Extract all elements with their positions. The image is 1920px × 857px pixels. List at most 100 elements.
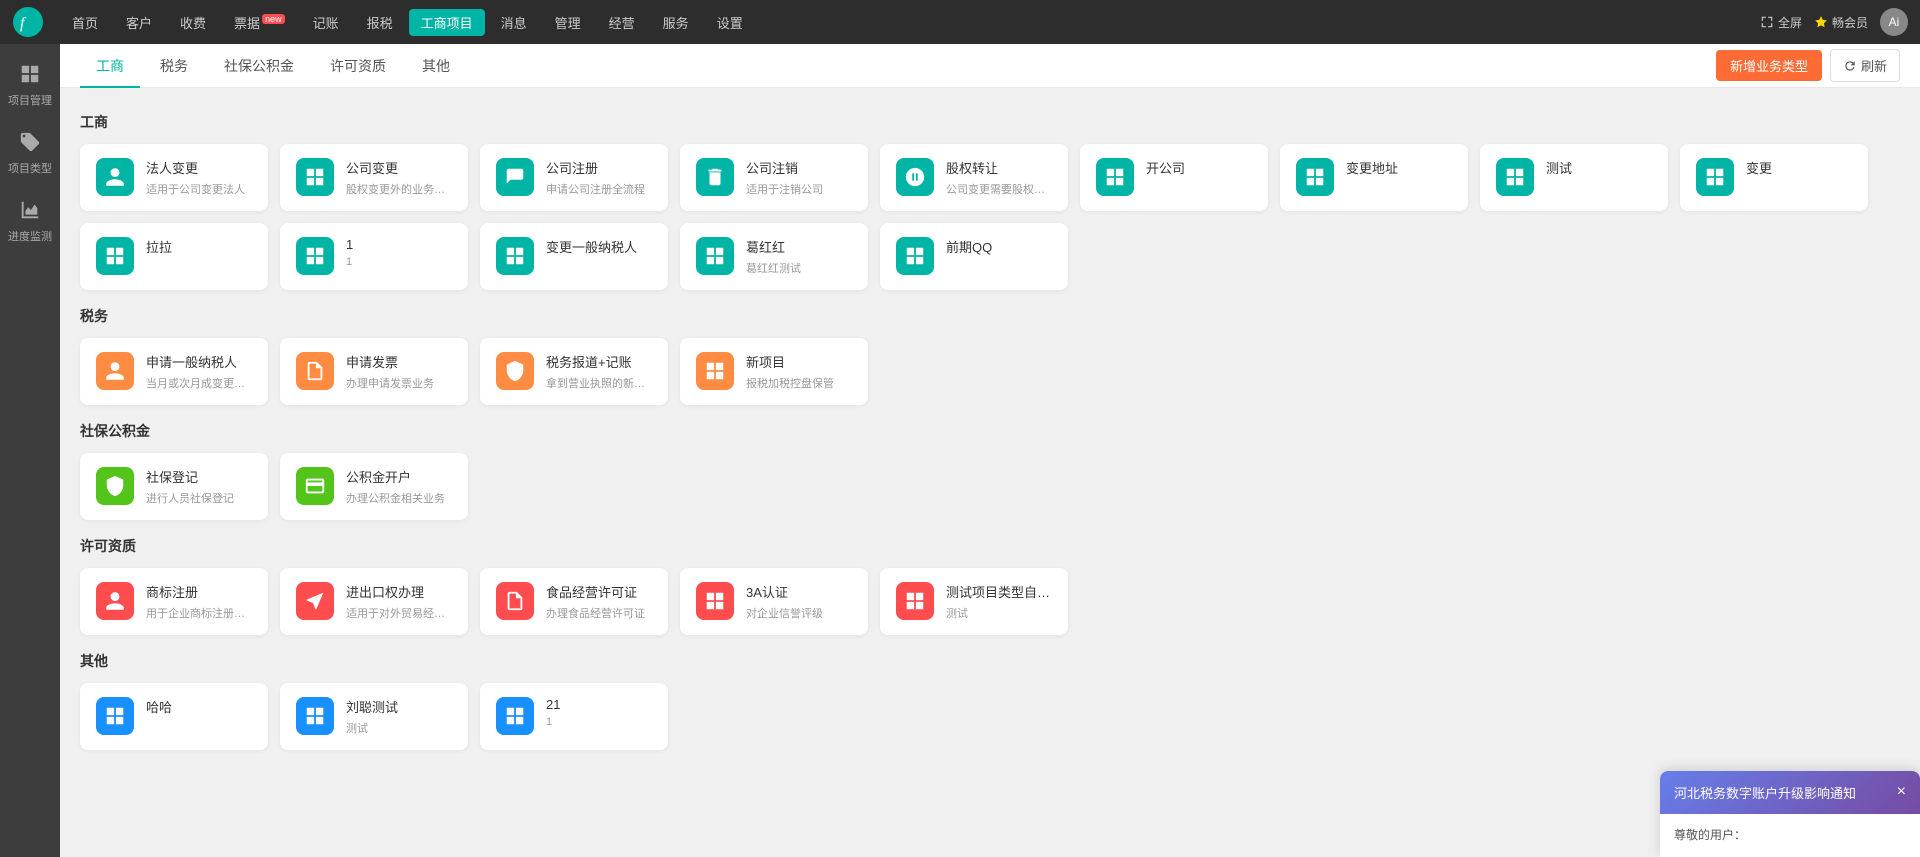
card-liucongceshi[interactable]: 刘聪测试 测试 xyxy=(280,683,468,750)
card-3Arenzhen[interactable]: 3A认证 对企业信誉评级 xyxy=(680,568,868,635)
card-gongjijinkaihu[interactable]: 公积金开户 办理公积金相关业务 xyxy=(280,453,468,520)
app-logo[interactable]: f xyxy=(12,6,44,38)
card-xinxiangmu[interactable]: 新项目 报税加税控盘保管 xyxy=(680,338,868,405)
cards-grid-other: 哈哈 刘聪测试 测试 xyxy=(80,683,1900,750)
card-desc-shangbiaozhu: 用于企业商标注册服务 xyxy=(146,605,252,621)
card-name-ceshixiangmu: 测试项目类型自定义 xyxy=(946,582,1052,601)
sidebar-label-project-type: 项目类型 xyxy=(8,160,52,176)
card-shuiwubaodao[interactable]: 税务报道+记账 拿到营业执照的新公司 xyxy=(480,338,668,405)
card-biangedizhi[interactable]: 变更地址 xyxy=(1280,144,1468,211)
card-qianqiQQ[interactable]: 前期QQ xyxy=(880,223,1068,290)
sidebar-item-progress[interactable]: 进度监测 xyxy=(4,188,56,252)
card-info-biange: 变更 xyxy=(1746,158,1852,181)
card-gongsizhu[interactable]: 公司注册 申请公司注册全流程 xyxy=(480,144,668,211)
top-navigation: f 首页 客户 收费 票据new 记账 报税 工商项目 消息 管理 经营 服务 … xyxy=(0,0,1920,44)
tab-gongshang[interactable]: 工商 xyxy=(80,44,140,88)
card-info-liucongceshi: 刘聪测试 测试 xyxy=(346,697,452,736)
nav-service[interactable]: 服务 xyxy=(651,9,701,36)
card-info-qianqiQQ: 前期QQ xyxy=(946,237,1052,260)
nav-home[interactable]: 首页 xyxy=(60,9,110,36)
nav-customer[interactable]: 客户 xyxy=(114,9,164,36)
nav-business[interactable]: 工商项目 xyxy=(409,9,485,36)
notification-title: 河北税务数字账户升级影响通知 xyxy=(1674,783,1856,802)
card-jinchukouquan[interactable]: 进出口权办理 适用于对外贸易经营者 xyxy=(280,568,468,635)
content-area: 工商 税务 社保公积金 许可资质 其他 新增业务类型 刷新 工商 xyxy=(60,44,1920,857)
tab-actions: 新增业务类型 刷新 xyxy=(1716,49,1900,82)
new-type-button[interactable]: 新增业务类型 xyxy=(1716,50,1822,81)
card-info-shebaodengjii: 社保登记 进行人员社保登记 xyxy=(146,467,252,506)
card-icon-qianqiQQ xyxy=(896,237,934,275)
nav-operation[interactable]: 经营 xyxy=(597,9,647,36)
card-guzhuanzh[interactable]: 股权转让 公司变更需要股权转让 xyxy=(880,144,1068,211)
card-haha[interactable]: 哈哈 xyxy=(80,683,268,750)
card-name-gongjijinkaihu: 公积金开户 xyxy=(346,467,452,486)
cards-grid-shebao: 社保登记 进行人员社保登记 公积金开户 办理公积金相关业务 xyxy=(80,453,1900,520)
nav-manage[interactable]: 管理 xyxy=(543,9,593,36)
card-biange[interactable]: 变更 xyxy=(1680,144,1868,211)
avatar[interactable]: Ai xyxy=(1880,8,1908,36)
nav-bookkeeping[interactable]: 记账 xyxy=(301,9,351,36)
card-info-shenqinfapiao: 申请发票 办理申请发票业务 xyxy=(346,352,452,391)
tab-shuiwu[interactable]: 税务 xyxy=(144,44,204,88)
tab-other[interactable]: 其他 xyxy=(406,44,466,88)
card-shenqinashuiren[interactable]: 申请一般纳税人 当月或次月成变更完成 xyxy=(80,338,268,405)
card-one[interactable]: 1 1 xyxy=(280,223,468,290)
card-shangbiaozhu[interactable]: 商标注册 用于企业商标注册服务 xyxy=(80,568,268,635)
card-info-biangedizhi: 变更地址 xyxy=(1346,158,1452,181)
card-21[interactable]: 21 1 xyxy=(480,683,668,750)
card-kaigongsi[interactable]: 开公司 xyxy=(1080,144,1268,211)
nav-tax[interactable]: 报税 xyxy=(355,9,405,36)
card-ceshi[interactable]: 测试 xyxy=(1480,144,1668,211)
sidebar-item-project-manage[interactable]: 项目管理 xyxy=(4,52,56,116)
card-icon-kaigongsi xyxy=(1096,158,1134,196)
card-icon-biange xyxy=(1696,158,1734,196)
card-desc-shenqinashuiren: 当月或次月成变更完成 xyxy=(146,375,252,391)
cards-grid-shuiwu: 申请一般纳税人 当月或次月成变更完成 申请发票 办理申请发票业务 xyxy=(80,338,1900,405)
card-icon-3Arenzhen xyxy=(696,582,734,620)
refresh-button[interactable]: 刷新 xyxy=(1830,49,1900,82)
card-shipinjingying[interactable]: 食品经营许可证 办理食品经营许可证 xyxy=(480,568,668,635)
nav-ticket[interactable]: 票据new xyxy=(222,9,297,36)
card-info-xinxiangmu: 新项目 报税加税控盘保管 xyxy=(746,352,852,391)
tab-xuke[interactable]: 许可资质 xyxy=(314,44,402,88)
card-icon-haha xyxy=(96,697,134,735)
card-name-qianqiQQ: 前期QQ xyxy=(946,237,1052,256)
card-shenqinfapiao[interactable]: 申请发票 办理申请发票业务 xyxy=(280,338,468,405)
card-icon-gongsizhu xyxy=(496,158,534,196)
member-button[interactable]: 畅会员 xyxy=(1814,14,1868,31)
card-ceshixiangmu[interactable]: 测试项目类型自定义 测试 xyxy=(880,568,1068,635)
nav-right-area: 全屏 畅会员 Ai xyxy=(1760,8,1908,36)
section-title-other: 其他 xyxy=(80,651,1900,671)
card-gehonghong[interactable]: 葛红红 葛红红测试 xyxy=(680,223,868,290)
card-icon-21 xyxy=(496,697,534,735)
card-name-biange: 变更 xyxy=(1746,158,1852,177)
card-biangenashuiren[interactable]: 变更一般纳税人 xyxy=(480,223,668,290)
card-desc-shipinjingying: 办理食品经营许可证 xyxy=(546,605,652,621)
card-icon-biangenashuiren xyxy=(496,237,534,275)
card-desc-shuiwubaodao: 拿到营业执照的新公司 xyxy=(546,375,652,391)
fullscreen-button[interactable]: 全屏 xyxy=(1760,14,1802,31)
card-info-shuiwubaodao: 税务报道+记账 拿到营业执照的新公司 xyxy=(546,352,652,391)
card-gongsixiao[interactable]: 公司注销 适用于注销公司 xyxy=(680,144,868,211)
nav-message[interactable]: 消息 xyxy=(489,9,539,36)
card-icon-faziren xyxy=(96,158,134,196)
card-lala[interactable]: 拉拉 xyxy=(80,223,268,290)
section-title-shebao: 社保公积金 xyxy=(80,421,1900,441)
nav-fee[interactable]: 收费 xyxy=(168,9,218,36)
notification-close-button[interactable]: × xyxy=(1897,784,1906,800)
card-faziren[interactable]: 法人变更 适用于公司变更法人 xyxy=(80,144,268,211)
card-icon-ceshixiangmu xyxy=(896,582,934,620)
grid-icon xyxy=(16,60,44,88)
card-desc-guzhuanzh: 公司变更需要股权转让 xyxy=(946,181,1052,197)
card-desc-xinxiangmu: 报税加税控盘保管 xyxy=(746,375,852,391)
cards-grid-gongshang: 法人变更 适用于公司变更法人 公司变更 股权变更外的业务变更 xyxy=(80,144,1900,290)
card-gongsibiangeng[interactable]: 公司变更 股权变更外的业务变更 xyxy=(280,144,468,211)
card-icon-liucongceshi xyxy=(296,697,334,735)
card-name-ceshi: 测试 xyxy=(1546,158,1652,177)
card-name-shuiwubaodao: 税务报道+记账 xyxy=(546,352,652,371)
tab-shebao[interactable]: 社保公积金 xyxy=(208,44,310,88)
nav-settings[interactable]: 设置 xyxy=(705,9,755,36)
card-icon-one xyxy=(296,237,334,275)
sidebar-item-project-type[interactable]: 项目类型 xyxy=(4,120,56,184)
card-shebaodengjii[interactable]: 社保登记 进行人员社保登记 xyxy=(80,453,268,520)
